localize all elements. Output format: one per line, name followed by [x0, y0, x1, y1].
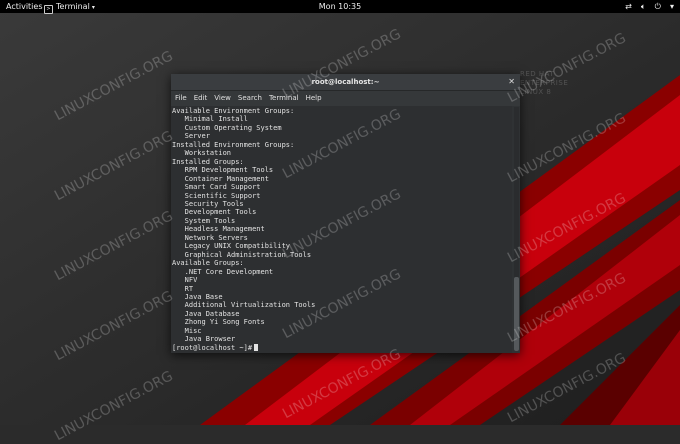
brand-line-2: ENTERPRISE: [520, 79, 569, 87]
terminal-line: .NET Core Development: [172, 267, 274, 276]
scrollbar-thumb[interactable]: [514, 277, 519, 351]
terminal-line: Additional Virtualization Tools: [172, 301, 316, 310]
terminal-line: Legacy UNIX Compatibility: [172, 242, 291, 251]
terminal-line: Available Environment Groups:: [172, 107, 295, 115]
terminal-line: Development Tools: [172, 208, 257, 217]
power-icon[interactable]: ⏻: [655, 0, 661, 13]
system-menu-chevron-icon[interactable]: ▾: [670, 0, 674, 13]
terminal-titlebar[interactable]: root@localhost:~ ✕: [171, 74, 520, 91]
network-icon[interactable]: ⇄: [625, 0, 632, 13]
terminal-line: Java Database: [172, 309, 240, 318]
menu-edit[interactable]: Edit: [194, 91, 208, 106]
terminal-output[interactable]: Available Environment Groups: Minimal In…: [171, 106, 512, 353]
menu-help[interactable]: Help: [306, 91, 322, 106]
terminal-line: Workstation: [172, 149, 232, 158]
terminal-line: Smart Card Support: [172, 183, 261, 192]
terminal-line: Container Management: [172, 174, 269, 183]
scrollbar[interactable]: [514, 107, 519, 351]
terminal-line: Installed Groups:: [172, 157, 244, 166]
shell-prompt: [root@localhost ~]#: [172, 343, 253, 352]
menu-file[interactable]: File: [175, 91, 187, 106]
brand-line-3: LINUX 8: [520, 88, 552, 96]
terminal-line: Headless Management: [172, 225, 265, 234]
volume-icon[interactable]: 🔈︎: [641, 0, 646, 13]
terminal-line: Java Base: [172, 292, 223, 301]
terminal-line: Graphical Administration Tools: [172, 250, 312, 259]
terminal-line: Available Groups:: [172, 259, 244, 268]
menu-view[interactable]: View: [214, 91, 231, 106]
system-tray[interactable]: ⇄ 🔈︎ ⏻ ▾: [625, 0, 674, 13]
terminal-line: Installed Environment Groups:: [172, 140, 295, 149]
terminal-window[interactable]: root@localhost:~ ✕ File Edit View Search…: [171, 74, 520, 353]
terminal-line: Server: [172, 132, 210, 141]
terminal-line: NFV: [172, 276, 198, 285]
gnome-top-bar: Activities > Terminal ▾ Mon 10:35 ⇄ 🔈︎ ⏻ ▾: [0, 0, 680, 14]
terminal-line: System Tools: [172, 216, 236, 225]
terminal-line: Java Browser: [172, 335, 236, 344]
menu-terminal[interactable]: Terminal: [269, 91, 299, 106]
terminal-line: Network Servers: [172, 233, 248, 242]
terminal-menubar: File Edit View Search Terminal Help: [171, 91, 520, 106]
prompt-line[interactable]: [root@localhost ~]#: [171, 343, 512, 352]
terminal-line: RPM Development Tools: [172, 166, 274, 175]
terminal-line: Misc: [172, 326, 202, 335]
terminal-line: Zhong Yi Song Fonts: [172, 318, 265, 327]
distro-brand-text: RED HAT ENTERPRISE LINUX 8: [520, 70, 568, 97]
window-title: root@localhost:~: [311, 78, 380, 86]
clock-button[interactable]: Mon 10:35: [0, 0, 680, 13]
terminal-lines: Available Environment Groups: Minimal In…: [171, 107, 512, 344]
terminal-line: Security Tools: [172, 199, 244, 208]
close-icon[interactable]: ✕: [508, 74, 515, 90]
terminal-line: Scientific Support: [172, 191, 261, 200]
menu-search[interactable]: Search: [238, 91, 262, 106]
text-cursor: [254, 343, 259, 351]
terminal-line: Custom Operating System: [172, 123, 282, 132]
terminal-line: RT: [172, 284, 194, 293]
terminal-line: Minimal Install: [172, 115, 248, 124]
brand-line-1: RED HAT: [520, 70, 555, 78]
